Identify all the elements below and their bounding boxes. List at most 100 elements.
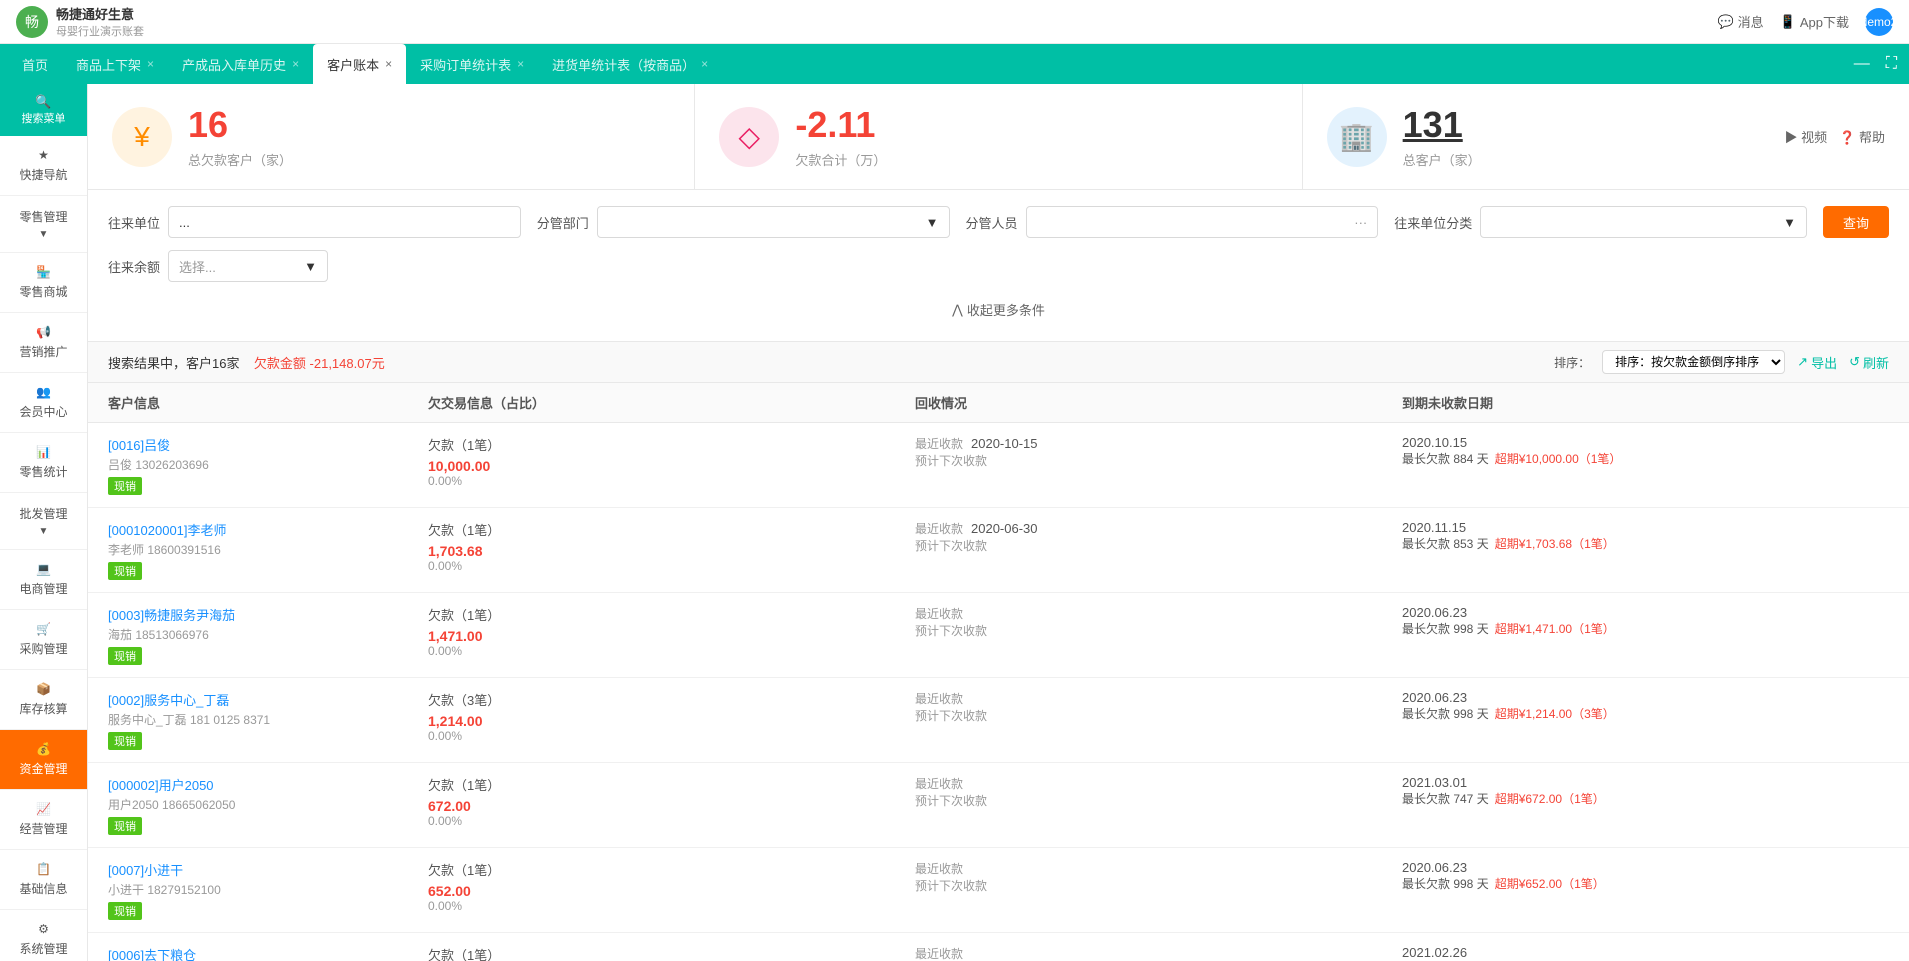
customer-cell: [0001020001]李老师 李老师 18600391516 现销 [108, 520, 428, 580]
sidebar-item-ecommerce[interactable]: 💻 电商管理 [0, 550, 87, 610]
tab-minimize-btn[interactable]: — [1850, 51, 1874, 77]
sidebar-item-marketing[interactable]: 📢 营销推广 [0, 313, 87, 373]
sidebar-item-system-mgmt[interactable]: ⚙ 系统管理 [0, 910, 87, 961]
customer-phone: 李老师 18600391516 [108, 541, 428, 558]
stat-label-3: 总客户（家） [1403, 150, 1769, 169]
avatar[interactable]: demo2 [1865, 8, 1893, 36]
sidebar-item-retail-store[interactable]: 🏪 零售商城 [0, 253, 87, 313]
manager-input[interactable]: ··· [1026, 206, 1379, 238]
ecommerce-icon: 💻 [36, 562, 51, 576]
source-unit-label: 往来单位 [108, 213, 160, 232]
col-header-customer: 客户信息 [108, 393, 428, 412]
sidebar-item-inventory[interactable]: 📦 库存核算 [0, 670, 87, 730]
recovery-cell: 最近收款 2020-06-30 预计下次收款 [915, 520, 1402, 554]
tab-2[interactable]: 产成品入库单历史 × [168, 44, 313, 84]
stats-row: ¥ 16 总欠款客户（家） ◇ -2.11 欠款合计（万） 🏢 [88, 84, 1909, 190]
customer-name[interactable]: [0002]服务中心_丁磊 [108, 690, 428, 709]
customer-cell: [0002]服务中心_丁磊 服务中心_丁磊 181 0125 8371 现销 [108, 690, 428, 750]
customer-name[interactable]: [000002]用户2050 [108, 775, 428, 794]
sidebar-item-quick-nav[interactable]: ★ 快捷导航 [0, 136, 87, 196]
tab-home[interactable]: 首页 [8, 44, 62, 84]
manager-label: 分管人员 [966, 213, 1018, 232]
result-text: 搜索结果中，客户16家 欠款金额 -21,148.07元 [108, 353, 385, 372]
sidebar: 🔍 搜索菜单 ★ 快捷导航 零售管理 ▼ 🏪 零售商城 📢 营销推广 👥 会员中… [0, 84, 88, 961]
customer-tag: 现销 [108, 902, 142, 920]
main-content: ¥ 16 总欠款客户（家） ◇ -2.11 欠款合计（万） 🏢 [88, 84, 1909, 961]
quick-nav-icon: ★ [38, 148, 49, 162]
balance-select[interactable]: 选择... ▼ [168, 250, 328, 282]
debt-cell: 欠款（1笔） 652.00 0.00% [428, 860, 915, 913]
dept-select[interactable]: ▼ [597, 206, 950, 238]
source-unit-input[interactable]: ... [168, 206, 521, 238]
customer-name[interactable]: [0007]小进干 [108, 860, 428, 879]
message-icon: 💬 [1717, 14, 1733, 30]
tab-close-3[interactable]: × [385, 57, 392, 71]
debt-cell: 欠款（1笔） 10,000.00 0.00% [428, 435, 915, 488]
sidebar-item-member-center[interactable]: 👥 会员中心 [0, 373, 87, 433]
top-right: 💬 消息 📱 App下载 demo2 [1717, 8, 1893, 36]
system-icon: ⚙ [38, 922, 49, 936]
tab-bar-right: — ⛶ [1850, 51, 1901, 77]
filter-row-1: 往来单位 ... 分管部门 ▼ 分管人员 [108, 206, 1889, 238]
main-layout: 🔍 搜索菜单 ★ 快捷导航 零售管理 ▼ 🏪 零售商城 📢 营销推广 👥 会员中… [0, 84, 1909, 961]
collapse-btn[interactable]: ⋀ 收起更多条件 [108, 294, 1889, 325]
filter-dept: 分管部门 ▼ [537, 206, 950, 238]
sidebar-item-operations[interactable]: 📈 经营管理 [0, 790, 87, 850]
customer-name[interactable]: [0006]去下粮仓 [108, 945, 428, 961]
search-button[interactable]: 查询 [1823, 206, 1889, 238]
table-header: 客户信息 欠交易信息（占比） 回收情况 到期未收款日期 [88, 383, 1909, 423]
export-btn[interactable]: ↗ 导出 [1797, 353, 1837, 372]
dept-label: 分管部门 [537, 213, 589, 232]
sidebar-item-retail-stats[interactable]: 📊 零售统计 [0, 433, 87, 493]
tab-close-2[interactable]: × [292, 57, 299, 71]
sidebar-item-retail-mgmt[interactable]: 零售管理 ▼ [0, 196, 87, 253]
refresh-btn[interactable]: ↺ 刷新 [1849, 353, 1889, 372]
customer-cell: [0016]吕俊 吕俊 13026203696 现销 [108, 435, 428, 495]
tab-1[interactable]: 商品上下架 × [62, 44, 168, 84]
tab-maximize-btn[interactable]: ⛶ [1882, 51, 1901, 77]
unit-category-select[interactable]: ▼ [1480, 206, 1807, 238]
help-btn[interactable]: ❓ 帮助 [1839, 127, 1885, 146]
collapse-icon: ⋀ [952, 302, 963, 318]
sidebar-item-wholesale-mgmt[interactable]: 批发管理 ▼ [0, 493, 87, 550]
filter-source-unit: 往来单位 ... [108, 206, 521, 238]
customer-name[interactable]: [0003]畅捷服务尹海茄 [108, 605, 428, 624]
stat-label-1: 总欠款客户（家） [188, 150, 670, 169]
recovery-cell: 最近收款 预计下次收款 [915, 945, 1402, 961]
tab-4[interactable]: 采购订单统计表 × [406, 44, 538, 84]
filter-area: 往来单位 ... 分管部门 ▼ 分管人员 [88, 190, 1909, 342]
help-icon: ❓ [1839, 130, 1855, 145]
stat-icon-2: ◇ [719, 107, 779, 167]
marketing-icon: 📢 [36, 325, 51, 339]
customer-phone: 海茄 18513066976 [108, 626, 428, 643]
sidebar-item-finance[interactable]: 💰 资金管理 [0, 730, 87, 790]
customer-name[interactable]: [0001020001]李老师 [108, 520, 428, 539]
col-header-debt: 欠交易信息（占比） [428, 393, 915, 412]
tab-close-5[interactable]: × [701, 57, 708, 71]
debt-cell: 欠款（3笔） 1,214.00 0.00% [428, 690, 915, 743]
balance-label: 往来余额 [108, 257, 160, 276]
logo-icon: 畅 [16, 6, 48, 38]
due-cell: 2020.10.15 最长欠款 884 天 超期¥10,000.00（1笔） [1402, 435, 1889, 467]
source-unit-dots: ... [179, 215, 190, 230]
sort-select[interactable]: 排序：按欠款金额倒序排序 [1602, 350, 1785, 374]
sidebar-item-basic-info[interactable]: 📋 基础信息 [0, 850, 87, 910]
customer-name[interactable]: [0016]吕俊 [108, 435, 428, 454]
table-row: [0007]小进干 小进干 18279152100 现销 欠款（1笔） 652.… [88, 848, 1909, 933]
sidebar-search[interactable]: 🔍 搜索菜单 [0, 84, 87, 136]
stat-number-1: 16 [188, 104, 670, 146]
col-header-due: 到期未收款日期 [1402, 393, 1889, 412]
tab-3-active[interactable]: 客户账本 × [313, 44, 406, 84]
tab-close-4[interactable]: × [517, 57, 524, 71]
view-video-btn[interactable]: ▶ 视频 [1785, 127, 1828, 146]
customer-tag: 现销 [108, 562, 142, 580]
store-icon: 🏪 [36, 265, 51, 279]
app-download-btn[interactable]: 📱 App下载 [1780, 12, 1849, 31]
customer-phone: 吕俊 13026203696 [108, 456, 428, 473]
tab-5[interactable]: 进货单统计表（按商品） × [538, 44, 722, 84]
debt-cell: 欠款（1笔） 1,471.00 0.00% [428, 605, 915, 658]
sidebar-item-purchase-mgmt[interactable]: 🛒 采购管理 [0, 610, 87, 670]
message-btn[interactable]: 💬 消息 [1717, 12, 1763, 31]
tab-close-1[interactable]: × [147, 57, 154, 71]
main-scroll[interactable]: ¥ 16 总欠款客户（家） ◇ -2.11 欠款合计（万） 🏢 [88, 84, 1909, 961]
